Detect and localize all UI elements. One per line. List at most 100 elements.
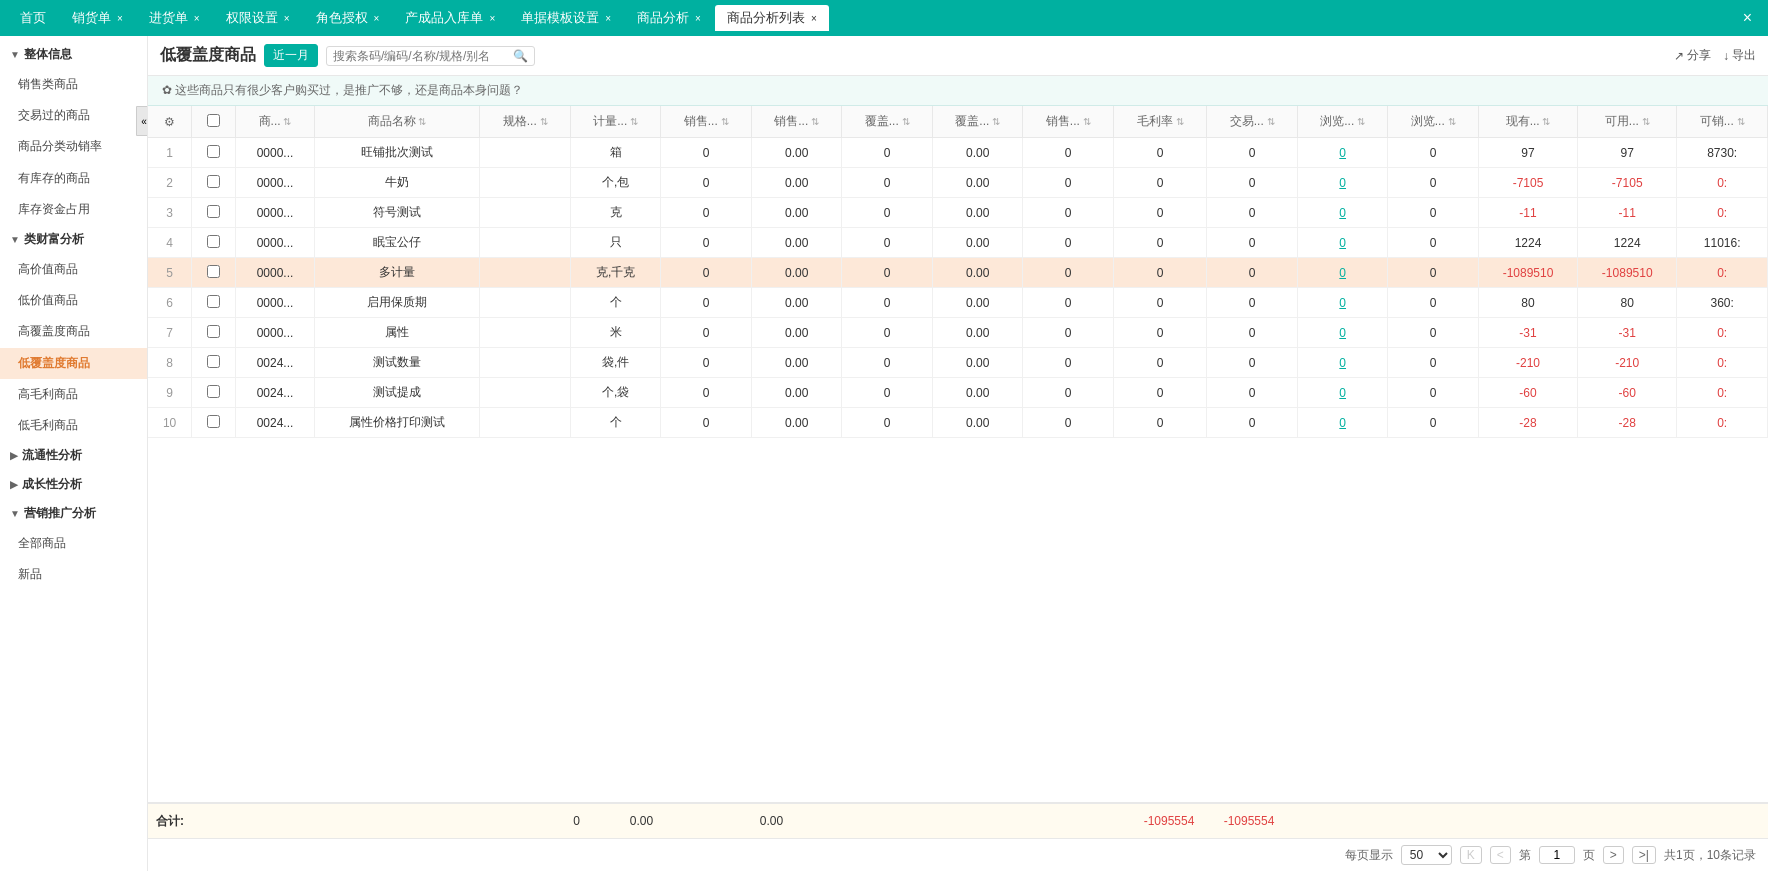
view-link[interactable]: 0: [1297, 258, 1388, 288]
table-row: 50000...多计量克,千克00.0000.0000000-1089510-1…: [148, 258, 1768, 288]
col-header-view2[interactable]: 浏览... ⇅: [1388, 106, 1479, 138]
sidebar-item-高价值商品[interactable]: 高价值商品: [0, 254, 147, 285]
sidebar-item-全部商品[interactable]: 全部商品: [0, 528, 147, 559]
topnav-item-首页[interactable]: 首页: [8, 5, 58, 31]
first-page-button[interactable]: K: [1460, 846, 1482, 864]
view-link[interactable]: 0: [1297, 348, 1388, 378]
col-header-unit[interactable]: 计量... ⇅: [570, 106, 661, 138]
view-link[interactable]: 0: [1297, 228, 1388, 258]
row-checkbox[interactable]: [207, 415, 220, 428]
table-cell: 0: [842, 408, 933, 438]
per-page-select[interactable]: 2050100200: [1401, 845, 1452, 865]
page-input[interactable]: [1539, 846, 1575, 864]
sidebar-item-销售类商品[interactable]: 销售类商品: [0, 69, 147, 100]
view-link[interactable]: 0: [1297, 198, 1388, 228]
col-header-stock_saleable[interactable]: 可销... ⇅: [1677, 106, 1768, 138]
total-cell: [274, 814, 329, 828]
col-header-trade[interactable]: 交易... ⇅: [1207, 106, 1298, 138]
row-checkbox[interactable]: [207, 355, 220, 368]
topnav-item-商品分析列表[interactable]: 商品分析列表 ×: [715, 5, 829, 31]
window-close-button[interactable]: ×: [1735, 9, 1760, 27]
sidebar-item-高毛利商品[interactable]: 高毛利商品: [0, 379, 147, 410]
row-checkbox[interactable]: [207, 145, 220, 158]
table-cell: 0.00: [751, 228, 842, 258]
view-link[interactable]: 0: [1297, 168, 1388, 198]
row-checkbox[interactable]: [207, 295, 220, 308]
col-header-view1[interactable]: 浏览... ⇅: [1297, 106, 1388, 138]
topnav-item-权限设置[interactable]: 权限设置 ×: [214, 5, 302, 31]
col-header-gross_rate[interactable]: 毛利率 ⇅: [1113, 106, 1206, 138]
sidebar-item-低覆盖度商品[interactable]: 低覆盖度商品: [0, 348, 147, 379]
search-input[interactable]: [333, 49, 513, 63]
content-area: 低覆盖度商品 近一月 🔍 ↗ 分享 ↓ 导出: [148, 36, 1768, 871]
view-link[interactable]: 0: [1297, 378, 1388, 408]
topnav-item-单据模板设置[interactable]: 单据模板设置 ×: [509, 5, 623, 31]
table-row: 70000...属性米00.0000.0000000-31-310:: [148, 318, 1768, 348]
sidebar-group3[interactable]: ▶ 流通性分析: [0, 441, 147, 470]
sidebar-group-overall[interactable]: ▼ 整体信息: [0, 40, 147, 69]
tab-close-icon[interactable]: ×: [695, 13, 701, 24]
settings-icon[interactable]: ⚙: [164, 115, 175, 129]
export-button[interactable]: ↓ 导出: [1723, 47, 1756, 64]
prev-page-button[interactable]: <: [1490, 846, 1511, 864]
sidebar-group2-label: 类财富分析: [24, 231, 84, 248]
row-checkbox[interactable]: [207, 175, 220, 188]
tab-close-icon[interactable]: ×: [374, 13, 380, 24]
col-header-sale_amount[interactable]: 销售... ⇅: [751, 106, 842, 138]
tab-close-icon[interactable]: ×: [489, 13, 495, 24]
table-cell: 0.00: [932, 378, 1023, 408]
col-header-name[interactable]: 商品名称 ⇅: [314, 106, 480, 138]
col-header-cover2[interactable]: 覆盖... ⇅: [932, 106, 1023, 138]
col-header-spec[interactable]: 规格... ⇅: [480, 106, 571, 138]
sidebar-group4[interactable]: ▶ 成长性分析: [0, 470, 147, 499]
topnav-item-销货单[interactable]: 销货单 ×: [60, 5, 135, 31]
row-checkbox[interactable]: [207, 265, 220, 278]
sidebar-item-高覆盖度商品[interactable]: 高覆盖度商品: [0, 316, 147, 347]
sidebar-item-有库存的商品[interactable]: 有库存的商品: [0, 163, 147, 194]
tab-close-icon[interactable]: ×: [284, 13, 290, 24]
tab-close-icon[interactable]: ×: [605, 13, 611, 24]
col-header-checkbox[interactable]: [192, 106, 236, 138]
tab-close-icon[interactable]: ×: [117, 13, 123, 24]
sidebar-item-商品分类动销率[interactable]: 商品分类动销率: [0, 131, 147, 162]
col-header-stock_usable[interactable]: 可用... ⇅: [1578, 106, 1677, 138]
sidebar-group5[interactable]: ▼ 营销推广分析: [0, 499, 147, 528]
topnav-item-产成品入库单[interactable]: 产成品入库单 ×: [393, 5, 507, 31]
row-checkbox[interactable]: [207, 235, 220, 248]
topnav-item-角色授权[interactable]: 角色授权 ×: [304, 5, 392, 31]
table-cell: 0: [1388, 228, 1479, 258]
sidebar-item-库存资金占用[interactable]: 库存资金占用: [0, 194, 147, 225]
sidebar-item-交易过的商品[interactable]: 交易过的商品: [0, 100, 147, 131]
tab-close-icon[interactable]: ×: [811, 13, 817, 24]
search-box[interactable]: 🔍: [326, 46, 535, 66]
col-header-code[interactable]: 商... ⇅: [236, 106, 315, 138]
view-link[interactable]: 0: [1297, 408, 1388, 438]
last-page-button[interactable]: >|: [1632, 846, 1656, 864]
select-all-checkbox[interactable]: [207, 114, 220, 127]
sidebar-collapse-button[interactable]: «: [136, 106, 148, 136]
next-page-button[interactable]: >: [1603, 846, 1624, 864]
topnav-item-进货单[interactable]: 进货单 ×: [137, 5, 212, 31]
tab-close-icon[interactable]: ×: [194, 13, 200, 24]
view-link[interactable]: 0: [1297, 318, 1388, 348]
topnav-item-商品分析[interactable]: 商品分析 ×: [625, 5, 713, 31]
row-checkbox[interactable]: [207, 325, 220, 338]
row-checkbox[interactable]: [207, 205, 220, 218]
col-header-settings[interactable]: ⚙: [148, 106, 192, 138]
search-icon[interactable]: 🔍: [513, 49, 528, 63]
sidebar-item-低价值商品[interactable]: 低价值商品: [0, 285, 147, 316]
view-link[interactable]: 0: [1297, 138, 1388, 168]
table-cell: 11016:: [1677, 228, 1768, 258]
row-checkbox[interactable]: [207, 385, 220, 398]
col-header-stock_current[interactable]: 现有... ⇅: [1478, 106, 1577, 138]
col-header-sale3[interactable]: 销售... ⇅: [1023, 106, 1114, 138]
col-header-cover1[interactable]: 覆盖... ⇅: [842, 106, 933, 138]
sidebar-item-低毛利商品[interactable]: 低毛利商品: [0, 410, 147, 441]
table-cell: 0: [1207, 408, 1298, 438]
col-header-sale_count[interactable]: 销售... ⇅: [661, 106, 752, 138]
sidebar-group2[interactable]: ▼ 类财富分析: [0, 225, 147, 254]
view-link[interactable]: 0: [1297, 288, 1388, 318]
sidebar-item-新品[interactable]: 新品: [0, 559, 147, 590]
share-button[interactable]: ↗ 分享: [1674, 47, 1711, 64]
period-button[interactable]: 近一月: [264, 44, 318, 67]
